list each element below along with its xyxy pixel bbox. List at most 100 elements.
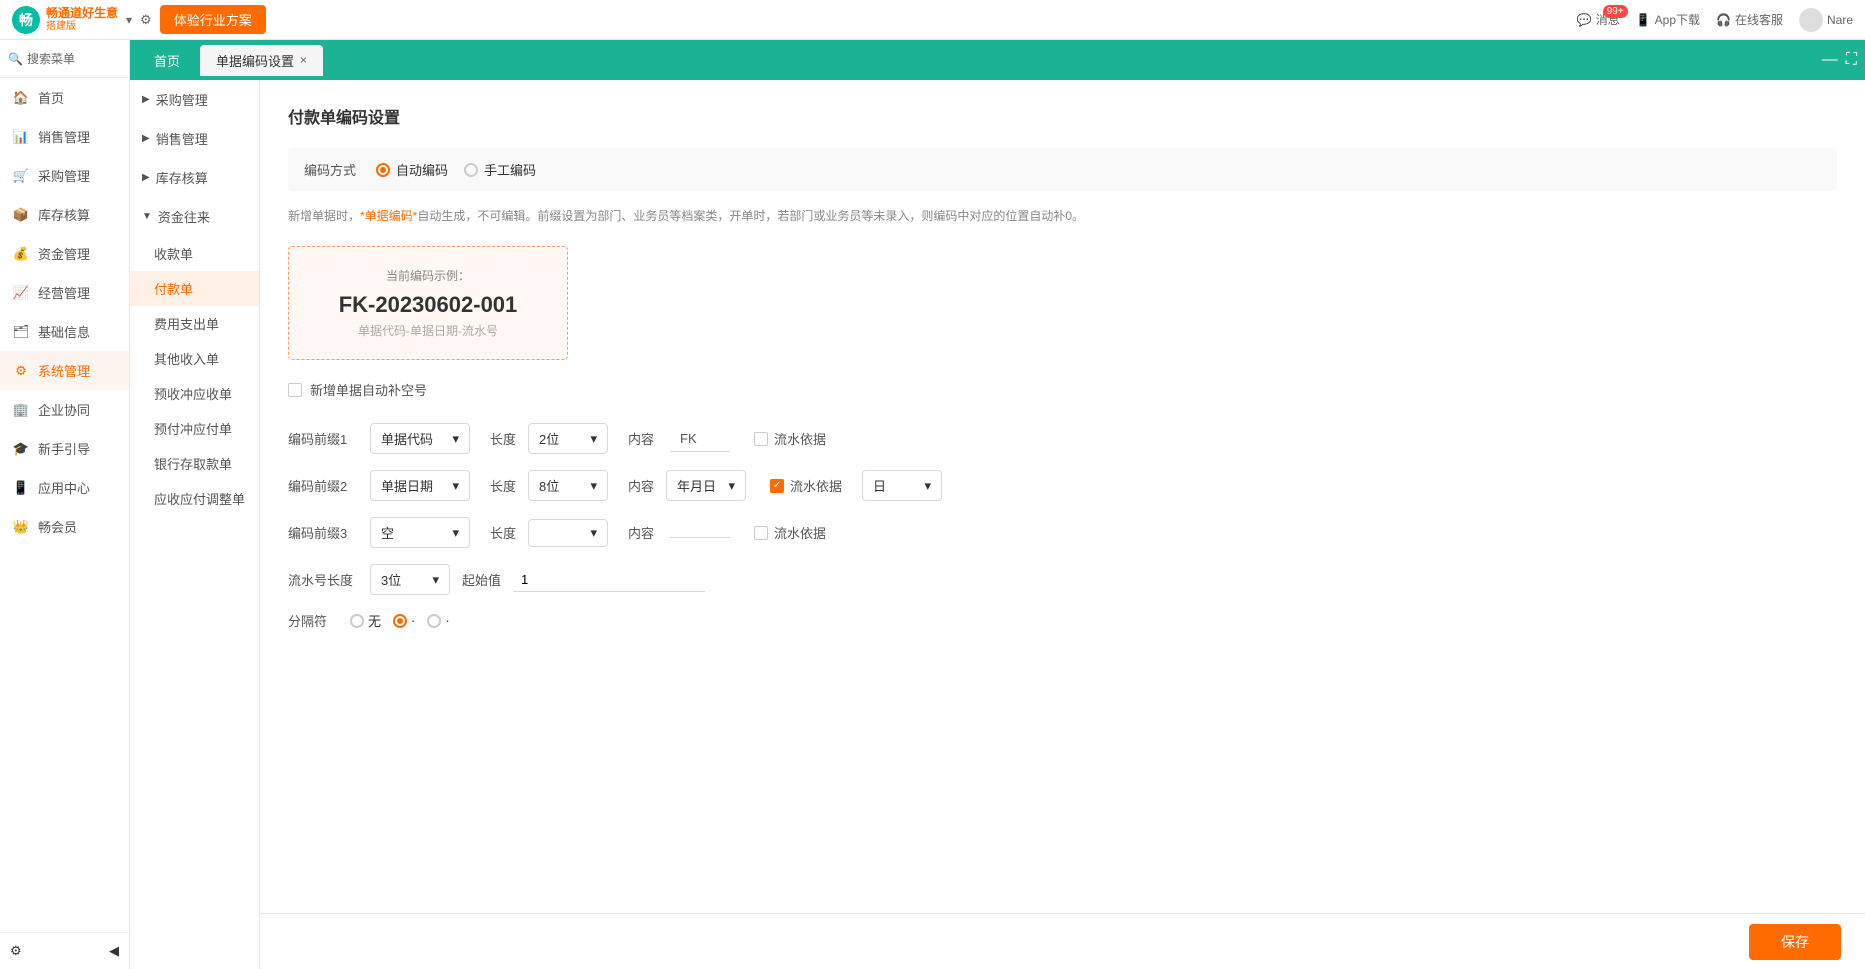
sidebar-label-home: 首页 [38, 88, 64, 107]
settings-icon-top[interactable]: ⚙ [140, 12, 152, 28]
prefix3-watermark[interactable]: 流水依据 [754, 523, 826, 542]
tab-home[interactable]: 首页 [138, 45, 196, 76]
radio-auto[interactable]: 自动编码 [376, 160, 448, 179]
nav-item-advance-receive[interactable]: 预收冲应收单 [130, 376, 259, 411]
nav-group-purchase-title[interactable]: ▶ 采购管理 [130, 80, 259, 119]
separator-dot[interactable]: · [393, 613, 415, 628]
experience-button[interactable]: 体验行业方案 [160, 5, 266, 34]
tab-bar-right: — ⛶ [1822, 51, 1857, 69]
prefix1-chevron-icon: ▾ [452, 431, 459, 447]
nav-group-sales-title[interactable]: ▶ 销售管理 [130, 119, 259, 158]
separator-other[interactable]: · [427, 613, 449, 628]
sidebar-item-system[interactable]: ⚙ 系统管理 [0, 351, 129, 390]
prefix2-length-select[interactable]: 8位 ▾ [528, 470, 608, 501]
user-menu[interactable]: Nare [1799, 8, 1853, 32]
bottom-bar: 保存 [260, 913, 1865, 969]
prefix2-select[interactable]: 单据日期 ▾ [370, 470, 470, 501]
prefix1-watermark[interactable]: 流水依据 [754, 429, 826, 448]
tab-encoding-label: 单据编码设置 [216, 51, 294, 70]
start-label: 起始值 [462, 570, 501, 589]
logo-icon: 畅 [12, 6, 40, 34]
tab-maximize-button[interactable]: ⛶ [1846, 51, 1857, 69]
top-bar-nav: ▾ ⚙ [126, 12, 152, 28]
sidebar-item-inventory[interactable]: 📦 库存核算 [0, 195, 129, 234]
member-icon: 👑 [12, 518, 30, 536]
code-preview: 当前编码示例： FK-20230602-001 单据代码-单据日期-流水号 [288, 246, 568, 360]
system-icon: ⚙ [12, 362, 30, 380]
nav-group-inventory-title[interactable]: ▶ 库存核算 [130, 158, 259, 197]
nav-item-bank-deposit[interactable]: 银行存取款单 [130, 446, 259, 481]
radio-manual-circle [464, 163, 478, 177]
nav-item-expense[interactable]: 费用支出单 [130, 306, 259, 341]
prefix3-select[interactable]: 空 ▾ [370, 517, 470, 548]
separator-none[interactable]: 无 [350, 611, 381, 630]
radio-manual[interactable]: 手工编码 [464, 160, 536, 179]
prefix1-length-label: 长度 [490, 429, 516, 448]
prefix1-length-chevron: ▾ [590, 431, 597, 447]
sidebar-item-enterprise[interactable]: 🏢 企业协同 [0, 390, 129, 429]
app-download-button[interactable]: 📱 App下载 [1636, 11, 1700, 28]
logo-title: 畅通道好生意 [46, 6, 118, 20]
prefix3-length-select[interactable]: ▾ [528, 519, 608, 547]
sidebar-item-member[interactable]: 👑 畅会员 [0, 507, 129, 546]
prefix2-watermark-label: 流水依据 [790, 476, 842, 495]
nav-group-capital-title[interactable]: ▼ 资金往来 [130, 197, 259, 236]
prefix1-label: 编码前缀1 [288, 429, 358, 448]
sidebar-item-finance[interactable]: 💰 资金管理 [0, 234, 129, 273]
sidebar-item-operations[interactable]: 📈 经营管理 [0, 273, 129, 312]
prefix1-content-value: FK [670, 426, 730, 452]
tab-minimize-button[interactable]: — [1822, 51, 1838, 69]
nav-item-adjustment[interactable]: 应收应付调整单 [130, 481, 259, 516]
service-icon: 🎧 [1716, 13, 1731, 27]
online-service-label: 在线客服 [1735, 11, 1783, 28]
main-layout: 🔍 搜索菜单 🏠 首页 📊 销售管理 🛒 采购管理 📦 库存核算 💰 [0, 40, 1865, 969]
sidebar-item-home[interactable]: 🏠 首页 [0, 78, 129, 117]
nav-dropdown-arrow: ▾ [126, 13, 132, 27]
prefix2-watermark-select: 日 ▾ [862, 470, 942, 501]
nav-item-income[interactable]: 其他收入单 [130, 341, 259, 376]
config-row-prefix1: 编码前缀1 单据代码 ▾ 长度 2位 ▾ 内容 FK [288, 423, 1837, 454]
nav-item-payment[interactable]: 付款单 [130, 271, 259, 306]
separator-options: 无 · · [350, 611, 450, 630]
separator-other-label: · [445, 613, 449, 628]
search-menu[interactable]: 🔍 搜索菜单 [0, 40, 129, 78]
auto-fill-checkbox[interactable] [288, 383, 302, 397]
nav-group-inventory: ▶ 库存核算 [130, 158, 259, 197]
prefix1-watermark-checkbox[interactable] [754, 432, 768, 446]
prefix1-length-select[interactable]: 2位 ▾ [528, 423, 608, 454]
operations-icon: 📈 [12, 284, 30, 302]
nav-dropdown[interactable]: ▾ [126, 13, 132, 27]
chevron-right-icon: ▶ [142, 94, 150, 105]
sidebar-label-operations: 经营管理 [38, 283, 90, 302]
tab-encoding[interactable]: 单据编码设置 × [200, 45, 323, 76]
sidebar-item-apps[interactable]: 📱 应用中心 [0, 468, 129, 507]
prefix1-select[interactable]: 单据代码 ▾ [370, 423, 470, 454]
prefix2-period-select[interactable]: 日 ▾ [862, 470, 942, 501]
prefix3-watermark-checkbox[interactable] [754, 526, 768, 540]
sidebar-item-purchase[interactable]: 🛒 采购管理 [0, 156, 129, 195]
save-button[interactable]: 保存 [1749, 924, 1841, 960]
apps-icon: 📱 [12, 479, 30, 497]
nav-group-purchase-label: 采购管理 [156, 90, 208, 109]
sidebar-item-basic[interactable]: 🗂 基础信息 [0, 312, 129, 351]
prefix2-watermark-checkbox[interactable]: ✓ [770, 479, 784, 493]
separator-dot-label: · [411, 613, 415, 628]
online-service-button[interactable]: 🎧 在线客服 [1716, 11, 1783, 28]
nav-item-receipt[interactable]: 收款单 [130, 236, 259, 271]
serial-length-select[interactable]: 3位 ▾ [370, 564, 450, 595]
app-icon: 📱 [1636, 13, 1651, 27]
prefix3-chevron-icon: ▾ [452, 525, 459, 541]
messages-button[interactable]: 💬 消息 99+ [1577, 11, 1620, 28]
sidebar-collapse-icon[interactable]: ◀ [109, 943, 119, 959]
prefix2-watermark[interactable]: ✓ 流水依据 [770, 476, 842, 495]
sidebar-item-newbie[interactable]: 🎓 新手引导 [0, 429, 129, 468]
serial-label: 流水号长度 [288, 570, 358, 589]
sidebar-item-sales[interactable]: 📊 销售管理 [0, 117, 129, 156]
chevron-down-icon: ▼ [142, 211, 152, 222]
content-panel: 付款单编码设置 编码方式 自动编码 手工编码 [260, 80, 1865, 913]
nav-item-advance-pay[interactable]: 预付冲应付单 [130, 411, 259, 446]
start-value-input[interactable] [513, 568, 705, 592]
tab-close-icon[interactable]: × [300, 53, 307, 67]
sidebar-settings-icon[interactable]: ⚙ [10, 943, 22, 959]
prefix2-content-select[interactable]: 年月日 ▾ [666, 470, 746, 501]
